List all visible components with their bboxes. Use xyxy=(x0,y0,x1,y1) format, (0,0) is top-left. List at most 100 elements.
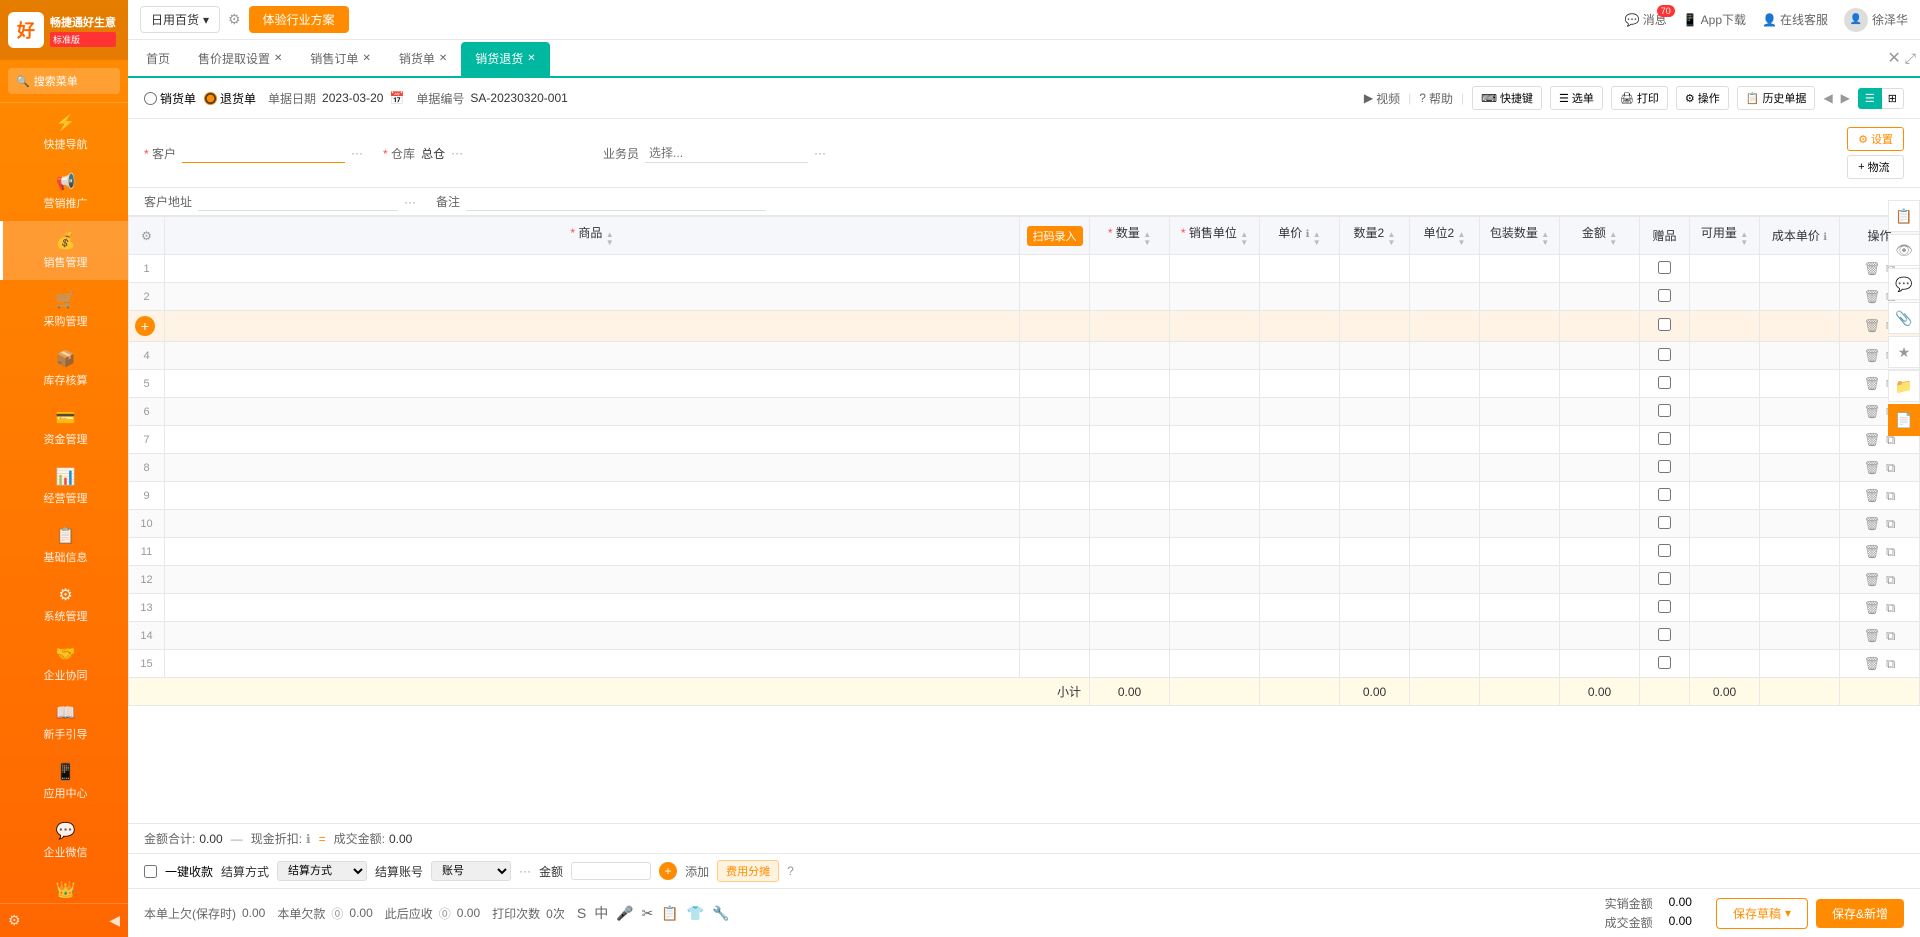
rp-btn-3[interactable]: 💬 xyxy=(1888,268,1920,300)
gift-checkbox[interactable] xyxy=(1658,516,1671,529)
toolbar-icon-6[interactable]: 👕 xyxy=(687,905,704,922)
cell-qty2[interactable] xyxy=(1340,594,1410,622)
warehouse-picker-icon[interactable]: ··· xyxy=(451,146,463,160)
cell-price[interactable] xyxy=(1260,510,1340,538)
delete-row-icon[interactable]: 🗑 xyxy=(1864,348,1881,364)
cell-unit2[interactable] xyxy=(1410,398,1480,426)
cell-price[interactable] xyxy=(1260,255,1340,283)
cell-pkg[interactable] xyxy=(1480,342,1560,370)
cell-price[interactable] xyxy=(1260,454,1340,482)
cell-qty2[interactable] xyxy=(1340,538,1410,566)
rp-btn-6[interactable]: 📁 xyxy=(1888,370,1920,402)
gift-checkbox[interactable] xyxy=(1658,376,1671,389)
discount-info-icon[interactable]: ℹ xyxy=(306,832,311,846)
address-input[interactable] xyxy=(198,192,398,211)
cell-qty[interactable] xyxy=(1090,370,1170,398)
cell-qty[interactable] xyxy=(1090,622,1170,650)
cell-price[interactable] xyxy=(1260,538,1340,566)
cell-qty[interactable] xyxy=(1090,510,1170,538)
cell-pkg[interactable] xyxy=(1480,622,1560,650)
gift-checkbox[interactable] xyxy=(1658,348,1671,361)
cell-qty[interactable] xyxy=(1090,538,1170,566)
cell-unit2[interactable] xyxy=(1410,566,1480,594)
cell-price[interactable] xyxy=(1260,482,1340,510)
delete-row-icon[interactable]: 🗑 xyxy=(1864,656,1881,672)
cell-qty[interactable] xyxy=(1090,311,1170,342)
sort-goods-icon[interactable]: ▲▼ xyxy=(606,231,614,247)
tab-close-sales[interactable]: ✕ xyxy=(439,53,447,64)
cell-qty[interactable] xyxy=(1090,482,1170,510)
rp-btn-4[interactable]: 📎 xyxy=(1888,302,1920,334)
sort-price-icon[interactable]: ▲▼ xyxy=(1313,231,1321,247)
cell-unit2[interactable] xyxy=(1410,311,1480,342)
cell-qty[interactable] xyxy=(1090,283,1170,311)
cell-amount[interactable] xyxy=(1560,311,1640,342)
cell-gift[interactable] xyxy=(1640,650,1690,678)
cell-price[interactable] xyxy=(1260,370,1340,398)
radio-return[interactable]: 退货单 xyxy=(204,90,256,107)
cell-amount[interactable] xyxy=(1560,342,1640,370)
radio-sales-input[interactable] xyxy=(144,92,157,105)
cell-gift[interactable] xyxy=(1640,538,1690,566)
delete-row-icon[interactable]: 🗑 xyxy=(1864,600,1881,616)
tab-price-settings[interactable]: 售价提取设置 ✕ xyxy=(184,42,296,77)
cell-qty[interactable] xyxy=(1090,342,1170,370)
account-no-select[interactable]: 账号 xyxy=(431,861,511,881)
cell-unit[interactable] xyxy=(1170,255,1260,283)
tab-sales-order[interactable]: 销售订单 ✕ xyxy=(296,42,384,77)
cell-unit2[interactable] xyxy=(1410,482,1480,510)
address-picker-icon[interactable]: ··· xyxy=(404,195,416,209)
cell-pkg[interactable] xyxy=(1480,566,1560,594)
cell-amount[interactable] xyxy=(1560,622,1640,650)
cell-pkg[interactable] xyxy=(1480,482,1560,510)
cell-gift[interactable] xyxy=(1640,510,1690,538)
cell-gift[interactable] xyxy=(1640,398,1690,426)
delete-row-icon[interactable]: 🗑 xyxy=(1864,488,1881,504)
cell-gift[interactable] xyxy=(1640,370,1690,398)
select-btn[interactable]: ☰ 选单 xyxy=(1550,86,1603,110)
sidebar-item-kuaijie[interactable]: ⚡ 快捷导航 xyxy=(0,103,128,162)
cell-pkg[interactable] xyxy=(1480,283,1560,311)
toolbar-icon-3[interactable]: 🎤 xyxy=(616,905,633,922)
cell-gift[interactable] xyxy=(1640,283,1690,311)
sort-pkg-icon[interactable]: ▲▼ xyxy=(1541,231,1549,247)
cell-amount[interactable] xyxy=(1560,650,1640,678)
cell-price[interactable] xyxy=(1260,283,1340,311)
radio-sales[interactable]: 销货单 xyxy=(144,90,196,107)
toolbar-icon-2[interactable]: 中 xyxy=(594,903,608,923)
sidebar-item-yingyong[interactable]: 📱 应用中心 xyxy=(0,752,128,811)
fee-split-btn[interactable]: 费用分摊 xyxy=(717,860,779,882)
goods-input[interactable] xyxy=(171,319,1013,334)
cell-goods[interactable] xyxy=(165,311,1020,342)
cell-amount[interactable] xyxy=(1560,454,1640,482)
sidebar-item-qiye[interactable]: 🤝 企业协同 xyxy=(0,634,128,693)
cell-amount[interactable] xyxy=(1560,398,1640,426)
experience-btn[interactable]: 体验行业方案 xyxy=(249,6,349,33)
cell-unit[interactable] xyxy=(1170,622,1260,650)
gift-checkbox[interactable] xyxy=(1658,460,1671,473)
add-payment-btn[interactable]: + xyxy=(659,862,677,880)
sidebar-item-xitong[interactable]: ⚙ 系统管理 xyxy=(0,575,128,634)
toolbar-icon-5[interactable]: 📋 xyxy=(661,905,678,922)
tab-return[interactable]: 销货退货 ✕ xyxy=(461,42,549,77)
gift-checkbox[interactable] xyxy=(1658,544,1671,557)
save-new-btn[interactable]: 保存&新增 xyxy=(1816,899,1904,928)
cell-unit[interactable] xyxy=(1170,398,1260,426)
cell-price[interactable] xyxy=(1260,426,1340,454)
rp-btn-5[interactable]: ★ xyxy=(1888,336,1920,368)
sort-amount-icon[interactable]: ▲▼ xyxy=(1609,231,1617,247)
video-btn[interactable]: ▶ 视频 xyxy=(1364,90,1400,107)
add-row-btn[interactable]: + xyxy=(135,316,155,336)
sidebar-item-xinshou[interactable]: 📖 新手引导 xyxy=(0,693,128,752)
sidebar-item-caigou[interactable]: 🛒 采购管理 xyxy=(0,280,128,339)
cell-unit[interactable] xyxy=(1170,510,1260,538)
user-menu[interactable]: 👤 徐泽华 xyxy=(1844,8,1908,32)
sort-available-icon[interactable]: ▲▼ xyxy=(1740,231,1748,247)
cell-qty2[interactable] xyxy=(1340,370,1410,398)
sidebar-item-jichu[interactable]: 📋 基础信息 xyxy=(0,516,128,575)
cell-qty2[interactable] xyxy=(1340,482,1410,510)
column-settings-icon[interactable]: ⚙ xyxy=(141,229,152,243)
cell-pkg[interactable] xyxy=(1480,255,1560,283)
print-btn[interactable]: 🖨 打印 xyxy=(1611,86,1668,110)
cell-qty2[interactable] xyxy=(1340,426,1410,454)
